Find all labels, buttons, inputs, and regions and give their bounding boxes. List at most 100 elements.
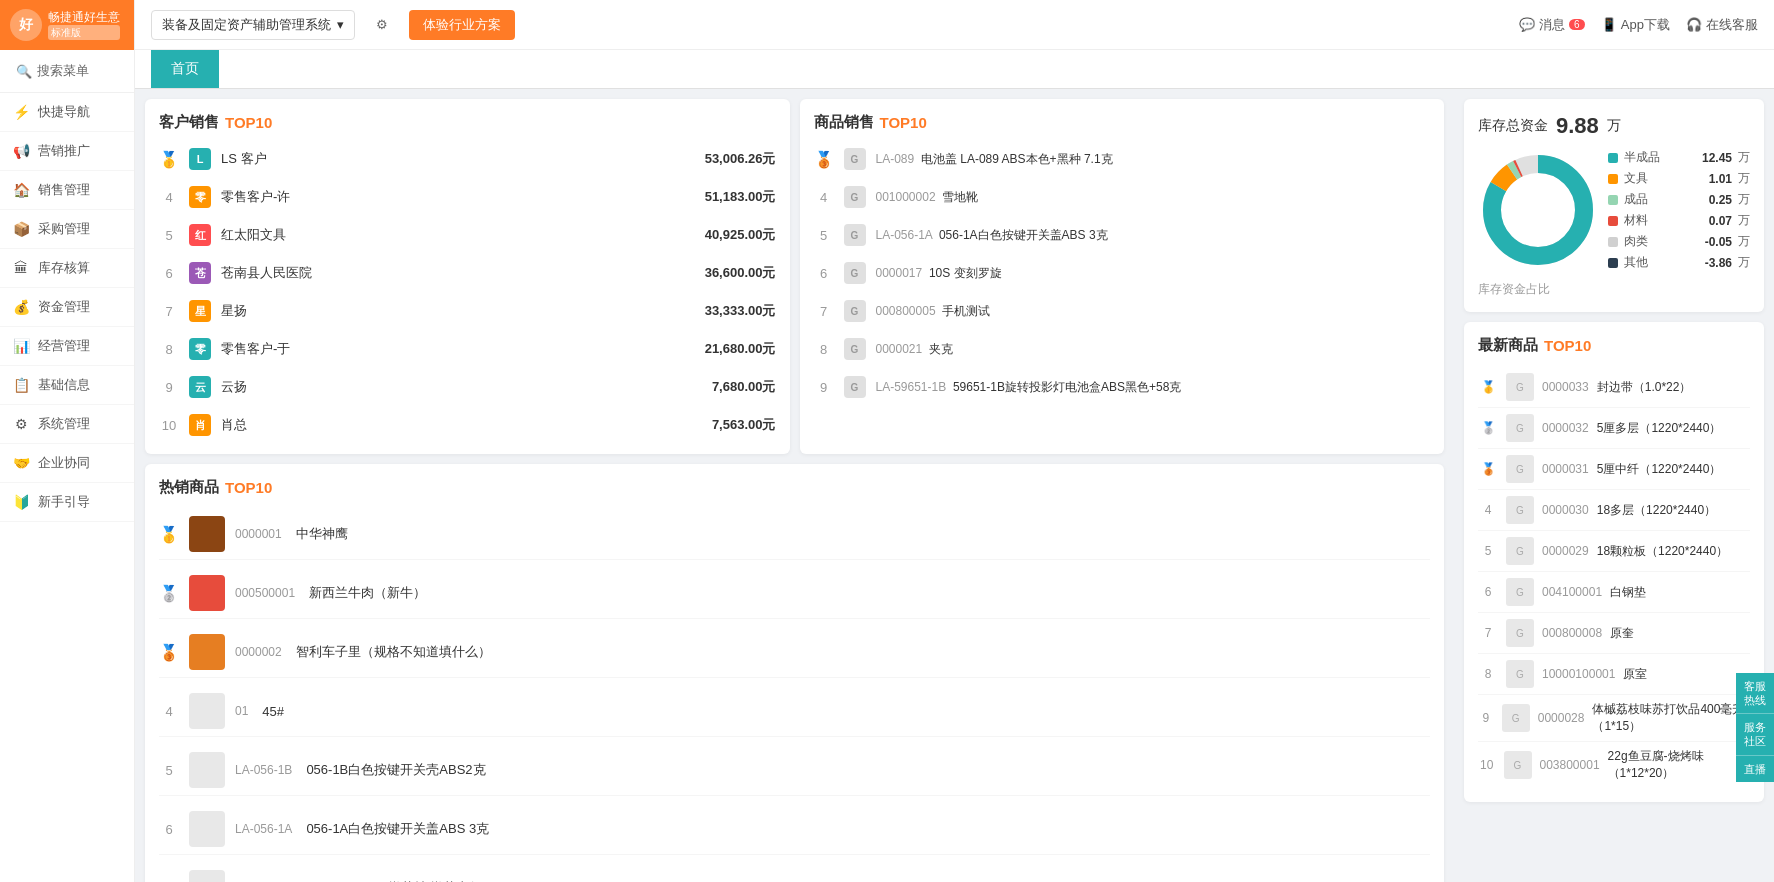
- legend-unit: 万: [1738, 212, 1750, 229]
- product-img-placeholder: G: [844, 376, 866, 398]
- sidebar-item-collab[interactable]: 🤝 企业协同: [0, 444, 134, 483]
- sidebar-item-basic-info[interactable]: 📋 基础信息: [0, 366, 134, 405]
- sidebar-item-label: 库存核算: [38, 259, 90, 277]
- sidebar-item-label: 资金管理: [38, 298, 90, 316]
- customer-rank-item: 10 肖 肖总 7,563.00元: [159, 410, 776, 440]
- product-code: LA-089: [876, 152, 915, 166]
- product-name: 18颗粒板（1220*2440）: [1597, 543, 1728, 560]
- sidebar-item-quick-nav[interactable]: ⚡ 快捷导航: [0, 93, 134, 132]
- legend-unit: 万: [1738, 191, 1750, 208]
- sidebar-item-label: 销售管理: [38, 181, 90, 199]
- rank-number: 9: [814, 380, 834, 395]
- logo-name: 畅捷通好生意: [48, 10, 120, 26]
- rank-number: 6: [159, 822, 179, 837]
- product-img-placeholder: G: [1506, 496, 1534, 524]
- rank-number: 5: [159, 228, 179, 243]
- legend-item-other: 其他 -3.86 万: [1608, 254, 1750, 271]
- product-code: LA-056-1A: [876, 228, 933, 242]
- hot-products-card: 热销商品 TOP10 🥇 0000001 中华神鹰 🥈 000500001 新: [145, 464, 1444, 882]
- product-image: [189, 634, 225, 670]
- legend-value: -0.05: [1705, 235, 1732, 249]
- sidebar-item-inventory[interactable]: 🏛 库存核算: [0, 249, 134, 288]
- legend-item-material: 材料 0.07 万: [1608, 212, 1750, 229]
- sidebar-item-operations[interactable]: 📊 经营管理: [0, 327, 134, 366]
- right-panel: 库存总资金 9.88 万: [1454, 89, 1774, 882]
- product-image: [189, 575, 225, 611]
- rank-badge: 肖: [189, 414, 211, 436]
- marketing-icon: 📢: [12, 142, 30, 160]
- legend-label: 半成品: [1624, 149, 1696, 166]
- product-image-placeholder: [189, 811, 225, 847]
- system-selector[interactable]: 装备及固定资产辅助管理系统 ▾: [151, 10, 355, 40]
- rank-number: 9: [159, 380, 179, 395]
- product-code: 003800001: [1540, 758, 1600, 772]
- product-code: 0000033: [1542, 380, 1589, 394]
- legend-unit: 万: [1738, 170, 1750, 187]
- headset-icon: 🎧: [1686, 17, 1702, 32]
- product-img-placeholder: G: [1506, 537, 1534, 565]
- live-broadcast-button[interactable]: 直播: [1736, 756, 1774, 782]
- new-products-title-text: 最新商品: [1478, 336, 1538, 355]
- online-service-button[interactable]: 🎧 在线客服: [1686, 16, 1758, 34]
- legend-dot: [1608, 258, 1618, 268]
- sidebar-item-label: 营销推广: [38, 142, 90, 160]
- purchase-icon: 📦: [12, 220, 30, 238]
- settings-button[interactable]: ⚙: [367, 10, 397, 40]
- trial-button[interactable]: 体验行业方案: [409, 10, 515, 40]
- customer-name: 肖总: [221, 416, 702, 434]
- product-img-placeholder: G: [1502, 704, 1530, 732]
- product-sales-item: 5 G LA-056-1A 056-1A白色按键开关盖ABS 3克: [814, 220, 1431, 250]
- customer-rank-item: 5 红 红太阳文具 40,925.00元: [159, 220, 776, 250]
- search-menu-button[interactable]: 🔍 搜索菜单: [10, 58, 124, 84]
- logo-icon: 好: [10, 9, 42, 41]
- sidebar-item-beginner[interactable]: 🔰 新手引导: [0, 483, 134, 522]
- product-name: 056-1A白色按键开关盖ABS 3克: [306, 820, 489, 838]
- customer-title-suffix: TOP10: [225, 114, 272, 131]
- rank-badge: 零: [189, 186, 211, 208]
- rank-number: 10: [159, 418, 179, 433]
- hot-products-title-text: 热销商品: [159, 478, 219, 497]
- sidebar-item-finance[interactable]: 💰 资金管理: [0, 288, 134, 327]
- bronze-medal-icon: 🥉: [1478, 462, 1498, 476]
- legend-label: 其他: [1624, 254, 1699, 271]
- rank-badge: 苍: [189, 262, 211, 284]
- app-download-button[interactable]: 📱 App下载: [1601, 16, 1670, 34]
- product-name: 5厘多层（1220*2440）: [1597, 420, 1722, 437]
- hot-product-item: 🥇 0000001 中华神鹰: [159, 509, 1430, 560]
- sales-icon: 🏠: [12, 181, 30, 199]
- gold-medal-icon: 🥇: [159, 525, 179, 544]
- product-code: 0000028: [1538, 711, 1585, 725]
- sidebar-item-marketing[interactable]: 📢 营销推广: [0, 132, 134, 171]
- tab-home[interactable]: 首页: [151, 50, 219, 88]
- rank-number: 4: [1478, 503, 1498, 517]
- product-code: 0000021: [876, 342, 923, 356]
- product-name: 18多层（1220*2440）: [1597, 502, 1716, 519]
- message-button[interactable]: 💬 消息 6: [1519, 16, 1585, 34]
- legend-unit: 万: [1738, 254, 1750, 271]
- service-community-button[interactable]: 服务社区: [1736, 714, 1774, 756]
- customer-name: 红太阳文具: [221, 226, 695, 244]
- customer-amount: 40,925.00元: [705, 226, 776, 244]
- finance-icon: 💰: [12, 298, 30, 316]
- customer-service-hotline-button[interactable]: 客服热线: [1736, 673, 1774, 715]
- product-code: 004100001: [1542, 585, 1602, 599]
- hot-products-title: 热销商品 TOP10: [159, 478, 1430, 497]
- product-name: 056-1A白色按键开关盖ABS 3克: [939, 228, 1108, 242]
- product-img-placeholder: G: [844, 300, 866, 322]
- product-name: 白钢垫: [1610, 584, 1646, 601]
- customer-name: 云扬: [221, 378, 702, 396]
- product-name: 中华神鹰: [296, 525, 348, 543]
- legend-value: -3.86: [1705, 256, 1732, 270]
- sidebar-item-system[interactable]: ⚙ 系统管理: [0, 405, 134, 444]
- product-code: LA-056-1A: [235, 822, 292, 836]
- sidebar-item-sales[interactable]: 🏠 销售管理: [0, 171, 134, 210]
- sidebar-item-purchase[interactable]: 📦 采购管理: [0, 210, 134, 249]
- legend-label: 材料: [1624, 212, 1703, 229]
- silver-medal-icon: 🥈: [159, 584, 179, 603]
- customer-rank-list: 🥇 L LS 客户 53,006.26元 4 零 零售客户-许 51,183.0…: [159, 144, 776, 440]
- rank-number: 6: [814, 266, 834, 281]
- new-product-item: 4 G 0000030 18多层（1220*2440）: [1478, 490, 1750, 531]
- product-name: 手机测试: [942, 304, 990, 318]
- legend-item-finished: 成品 0.25 万: [1608, 191, 1750, 208]
- hot-product-item: 🥉 0000002 智利车子里（规格不知道填什么）: [159, 627, 1430, 678]
